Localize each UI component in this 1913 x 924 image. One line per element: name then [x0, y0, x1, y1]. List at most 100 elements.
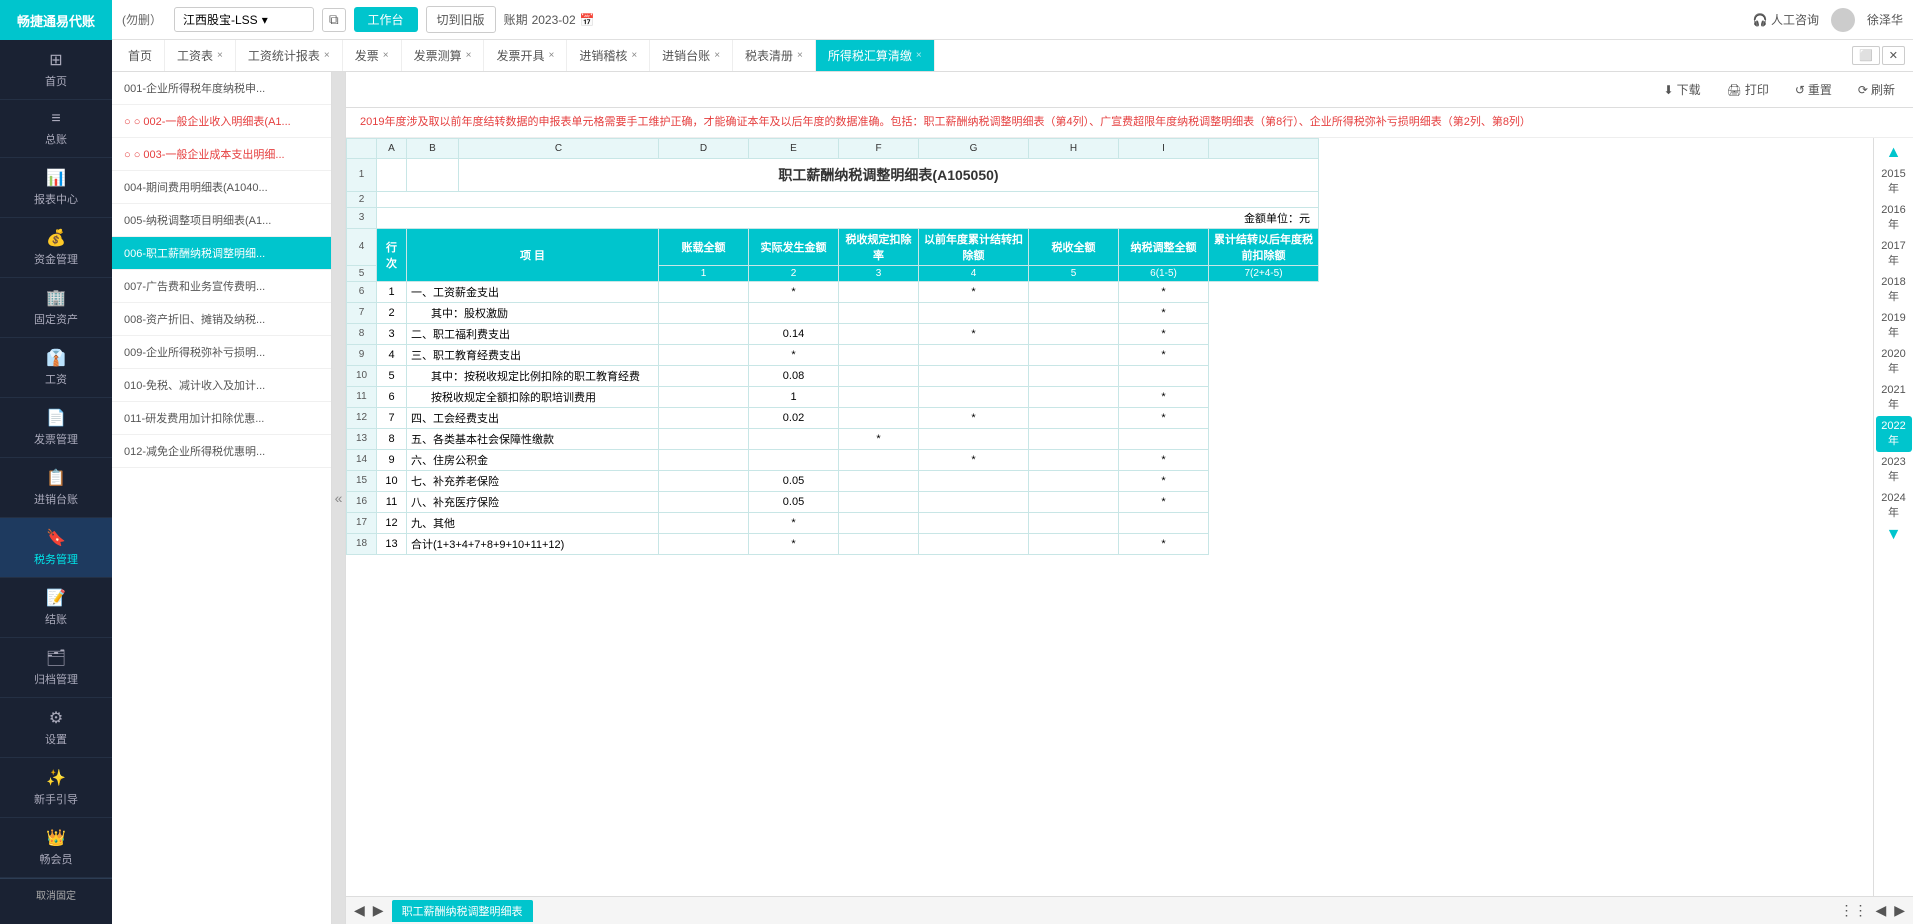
cell-7B[interactable]: 其中：股权激励 [407, 302, 659, 323]
cell-9F[interactable] [839, 344, 919, 365]
sidebar-item-archive[interactable]: 🗂 归档管理 [0, 638, 112, 698]
sidebar-item-finance[interactable]: 💰 资金管理 [0, 218, 112, 278]
cell-17F[interactable] [839, 512, 919, 533]
form-list-item-005[interactable]: 005-纳税调整项目明细表(A1... [112, 204, 331, 237]
cell-16H[interactable] [1029, 491, 1119, 512]
tab-tax-list[interactable]: 税表清册× [733, 40, 816, 72]
scroll-right-btn[interactable]: ▶ [1894, 902, 1905, 919]
cell-16I[interactable]: * [1119, 491, 1209, 512]
year-down-btn[interactable]: ▼ [1884, 524, 1904, 546]
download-btn[interactable]: ⬇ 下载 [1656, 78, 1709, 101]
cell-17E[interactable]: * [749, 512, 839, 533]
tab-invoice-calc-close[interactable]: × [466, 50, 472, 61]
cell-11H[interactable] [1029, 386, 1119, 407]
cell-16A[interactable]: 11 [377, 491, 407, 512]
sidebar-bottom-action[interactable]: 取消固定 [0, 878, 112, 910]
cell-18F[interactable] [839, 533, 919, 554]
tab-tax-list-close[interactable]: × [797, 50, 803, 61]
form-list-item-009[interactable]: 009-企业所得税弥补亏损明... [112, 336, 331, 369]
cell-15A[interactable]: 10 [377, 470, 407, 491]
cell-16B[interactable]: 八、补充医疗保险 [407, 491, 659, 512]
cell-6I[interactable]: * [1119, 281, 1209, 302]
cell-7A[interactable]: 2 [377, 302, 407, 323]
year-2018[interactable]: 2018年 [1876, 272, 1912, 308]
cell-7G[interactable] [919, 302, 1029, 323]
tab-invoice-calc[interactable]: 发票测算× [402, 40, 485, 72]
cell-15D[interactable] [659, 470, 749, 491]
cell-9I[interactable]: * [1119, 344, 1209, 365]
sidebar-item-tax[interactable]: 🔖 税务管理 [0, 518, 112, 578]
cell-15H[interactable] [1029, 470, 1119, 491]
cell-8D[interactable] [659, 323, 749, 344]
sidebar-item-report[interactable]: 📊 报表中心 [0, 158, 112, 218]
cell-12I[interactable]: * [1119, 407, 1209, 428]
company-selector[interactable]: 江西股宝-LSS ▾ [174, 7, 314, 32]
year-2015[interactable]: 2015年 [1876, 164, 1912, 200]
sidebar-item-ledger[interactable]: ≡ 总账 [0, 100, 112, 158]
cell-16D[interactable] [659, 491, 749, 512]
form-list-item-008[interactable]: 008-资产折旧、摊销及纳税... [112, 303, 331, 336]
cell-15I[interactable]: * [1119, 470, 1209, 491]
tab-sales-ledger[interactable]: 进销台账× [650, 40, 733, 72]
sidebar-item-assets[interactable]: 🏢 固定资产 [0, 278, 112, 338]
cell-6E[interactable]: * [749, 281, 839, 302]
cell-13E[interactable] [749, 428, 839, 449]
reset-btn[interactable]: ↺ 重置 [1787, 78, 1840, 101]
cell-9D[interactable] [659, 344, 749, 365]
cell-18H[interactable] [1029, 533, 1119, 554]
cell-12E[interactable]: 0.02 [749, 407, 839, 428]
form-list-item-001[interactable]: 001-企业所得税年度纳税申... [112, 72, 331, 105]
cell-7F[interactable] [839, 302, 919, 323]
year-2022[interactable]: 2022年 [1876, 416, 1912, 452]
cell-12H[interactable] [1029, 407, 1119, 428]
form-list-item-002[interactable]: ○ 002-一般企业收入明细表(A1... [112, 105, 331, 138]
cell-11D[interactable] [659, 386, 749, 407]
cell-8B[interactable]: 二、职工福利费支出 [407, 323, 659, 344]
cell-13F[interactable]: * [839, 428, 919, 449]
tab-invoice-close[interactable]: × [383, 50, 389, 61]
form-list-item-007[interactable]: 007-广告费和业务宣传费明... [112, 270, 331, 303]
cell-17I[interactable] [1119, 512, 1209, 533]
year-2016[interactable]: 2016年 [1876, 200, 1912, 236]
cell-12A[interactable]: 7 [377, 407, 407, 428]
year-2019[interactable]: 2019年 [1876, 308, 1912, 344]
cell-6B[interactable]: 一、工资薪金支出 [407, 281, 659, 302]
cell-18B[interactable]: 合计(1+3+4+7+8+9+10+11+12) [407, 533, 659, 554]
cell-11I[interactable]: * [1119, 386, 1209, 407]
cell-13B[interactable]: 五、各类基本社会保障性缴款 [407, 428, 659, 449]
year-2017[interactable]: 2017年 [1876, 236, 1912, 272]
refresh-btn[interactable]: ⟳ 刷新 [1850, 78, 1903, 101]
tab-sales-ledger-close[interactable]: × [714, 50, 720, 61]
sidebar-item-salary[interactable]: 👔 工资 [0, 338, 112, 398]
cell-18A[interactable]: 13 [377, 533, 407, 554]
cell-10H[interactable] [1029, 365, 1119, 386]
cell-9G[interactable] [919, 344, 1029, 365]
tab-sales-check-close[interactable]: × [631, 50, 637, 61]
tab-salary-report[interactable]: 工资统计报表× [236, 40, 343, 72]
cell-7E[interactable] [749, 302, 839, 323]
year-2023[interactable]: 2023年 [1876, 452, 1912, 488]
cell-11B[interactable]: 按税收规定全额扣除的职培训费用 [407, 386, 659, 407]
cell-12G[interactable]: * [919, 407, 1029, 428]
cell-8E[interactable]: 0.14 [749, 323, 839, 344]
cell-14F[interactable] [839, 449, 919, 470]
more-icon[interactable]: ⋮⋮ [1839, 902, 1867, 919]
year-2020[interactable]: 2020年 [1876, 344, 1912, 380]
tab-salary-close[interactable]: × [217, 50, 223, 61]
tab-tax-annual[interactable]: 所得税汇算清缴× [816, 40, 935, 72]
cell-7H[interactable] [1029, 302, 1119, 323]
cell-17D[interactable] [659, 512, 749, 533]
cell-15F[interactable] [839, 470, 919, 491]
cell-14A[interactable]: 9 [377, 449, 407, 470]
cell-17A[interactable]: 12 [377, 512, 407, 533]
user-avatar[interactable] [1831, 8, 1855, 32]
cell-8G[interactable]: * [919, 323, 1029, 344]
sidebar-item-sales[interactable]: 📋 进销台账 [0, 458, 112, 518]
cell-14B[interactable]: 六、住房公积金 [407, 449, 659, 470]
copy-icon-btn[interactable]: ⧉ [322, 8, 346, 32]
sidebar-item-settings[interactable]: ⚙ 设置 [0, 698, 112, 758]
cell-10D[interactable] [659, 365, 749, 386]
cell-12F[interactable] [839, 407, 919, 428]
support-btn[interactable]: 🎧 人工咨询 [1753, 11, 1819, 28]
cell-11E[interactable]: 1 [749, 386, 839, 407]
